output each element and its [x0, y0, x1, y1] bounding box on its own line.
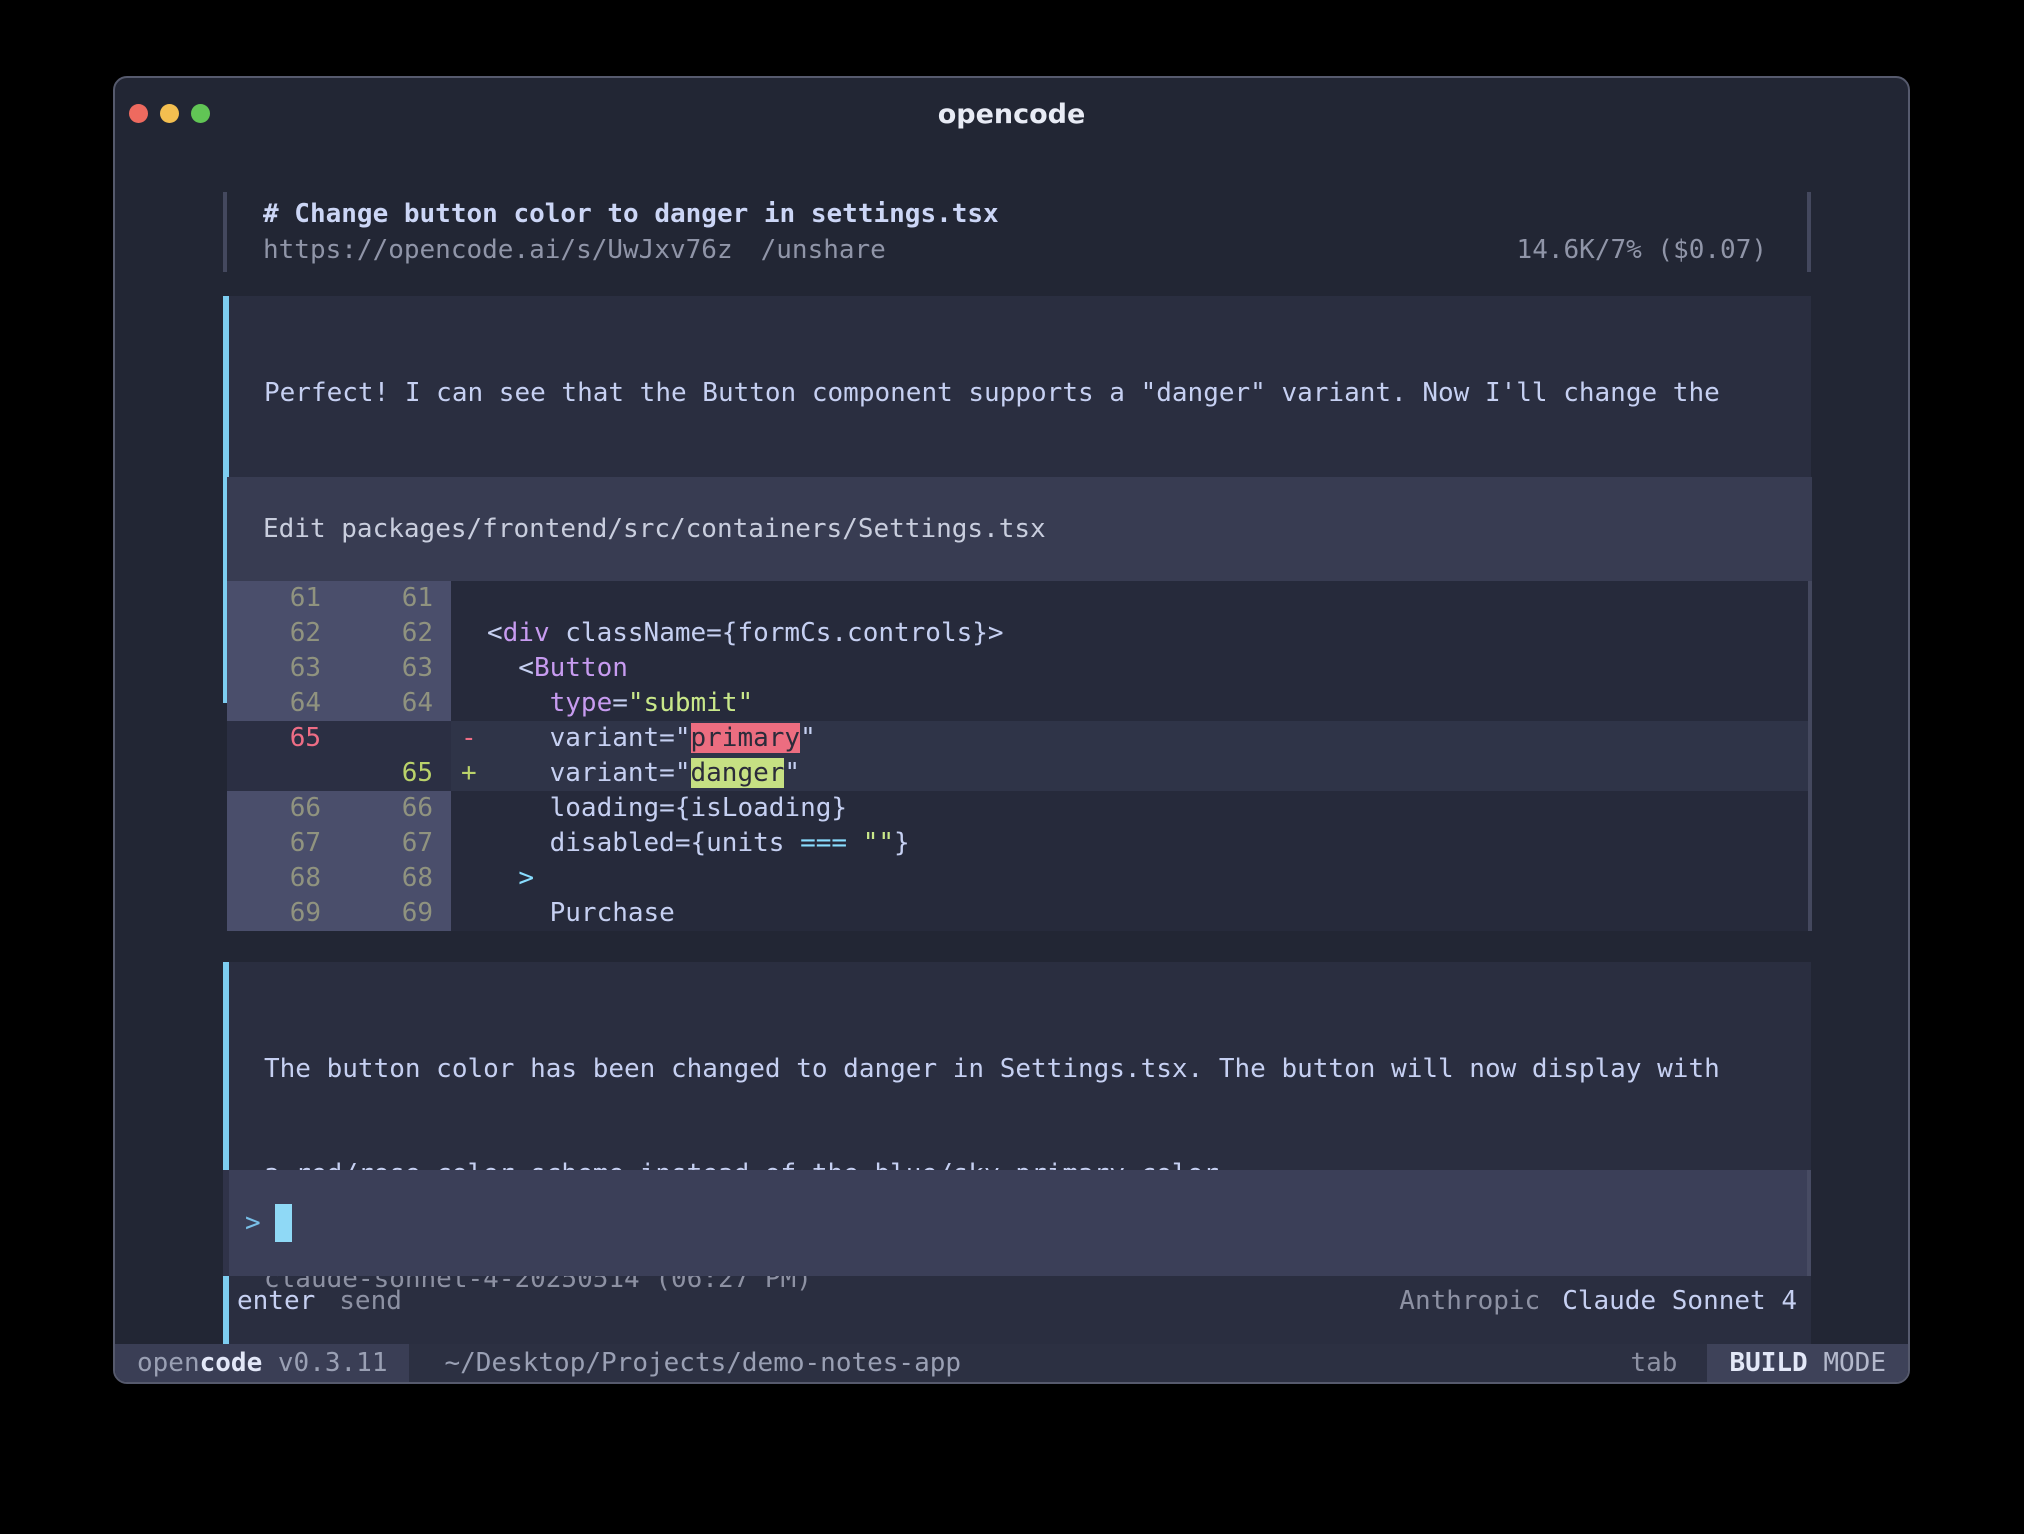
diff-old-lineno: 64	[227, 686, 339, 721]
diff-row: 6464 type="submit"	[227, 686, 1808, 721]
model-name: Claude Sonnet 4	[1562, 1286, 1797, 1316]
diff-marker	[451, 896, 487, 931]
diff-new-lineno: 66	[339, 791, 451, 826]
working-directory: ~/Desktop/Projects/demo-notes-app	[444, 1344, 1630, 1382]
mode-name: BUILD	[1729, 1348, 1807, 1378]
app-version-chip: opencode v0.3.11	[115, 1344, 409, 1382]
close-window-button[interactable]	[129, 104, 148, 123]
app-version: v0.3.11	[278, 1348, 388, 1378]
diff-marker	[451, 616, 487, 651]
share-url-line: https://opencode.ai/s/UwJxv76z/unshare	[263, 232, 886, 268]
diff-old-lineno	[227, 756, 339, 791]
diff-new-lineno: 65	[339, 756, 451, 791]
context-usage: 14.6K/7% ($0.07)	[1517, 232, 1767, 268]
mode-label: MODE	[1808, 1348, 1886, 1378]
diff-code-line: <Button	[487, 651, 1808, 686]
diff-code-line: Purchase	[487, 896, 1808, 931]
diff-new-lineno: 63	[339, 651, 451, 686]
diff-new-lineno	[339, 721, 451, 756]
prompt-input[interactable]: >	[223, 1170, 1811, 1276]
tool-file-path: packages/frontend/src/containers/Setting…	[341, 514, 1045, 544]
hint-bar: enter send Anthropic Claude Sonnet 4	[223, 1284, 1811, 1318]
diff-row: 6969 Purchase	[227, 896, 1808, 931]
diff-code-line: loading={isLoading}	[487, 791, 1808, 826]
diff-marker	[451, 861, 487, 896]
diff-row: 65 - variant="primary"	[227, 721, 1808, 756]
zoom-window-button[interactable]	[191, 104, 210, 123]
diff-code-line: <div className={formCs.controls}>	[487, 616, 1808, 651]
diff-row: 65+ variant="danger"	[227, 756, 1808, 791]
diff-view: 61616262 <div className={formCs.controls}…	[227, 581, 1812, 931]
status-bar: opencode v0.3.11 ~/Desktop/Projects/demo…	[115, 1344, 1908, 1382]
enter-key-hint: enter	[237, 1286, 315, 1316]
diff-code-line: >	[487, 861, 1808, 896]
diff-new-lineno: 68	[339, 861, 451, 896]
diff-code-line: variant="primary"	[487, 721, 1808, 756]
model-provider: Anthropic	[1399, 1286, 1540, 1316]
traffic-lights	[129, 104, 210, 123]
diff-row: 6666 loading={isLoading}	[227, 791, 1808, 826]
minimize-window-button[interactable]	[160, 104, 179, 123]
session-header: # Change button color to danger in setti…	[223, 192, 1811, 272]
diff-old-lineno: 63	[227, 651, 339, 686]
diff-new-lineno: 67	[339, 826, 451, 861]
diff-old-lineno: 61	[227, 581, 339, 616]
diff-old-lineno: 68	[227, 861, 339, 896]
unshare-command[interactable]: /unshare	[761, 235, 886, 265]
diff-row: 6868 >	[227, 861, 1808, 896]
message-text-line: The button color has been changed to dan…	[264, 1052, 1767, 1087]
app-name-code: code	[200, 1348, 263, 1378]
edit-tool-header: Edit packages/frontend/src/containers/Se…	[227, 477, 1812, 581]
diff-new-lineno: 61	[339, 581, 451, 616]
window-title: opencode	[938, 99, 1086, 130]
diff-new-lineno: 69	[339, 896, 451, 931]
diff-code-line: variant="danger"	[487, 756, 1808, 791]
session-title: # Change button color to danger in setti…	[263, 196, 1767, 232]
diff-marker: -	[451, 721, 487, 756]
send-hint: enter send	[237, 1284, 402, 1318]
diff-old-lineno: 62	[227, 616, 339, 651]
tab-key-hint[interactable]: tab	[1630, 1344, 1677, 1382]
message-text-line: Perfect! I can see that the Button compo…	[264, 376, 1767, 411]
tool-action-label: Edit	[263, 514, 326, 544]
diff-marker	[451, 686, 487, 721]
diff-row: 6262 <div className={formCs.controls}>	[227, 616, 1808, 651]
diff-code-line	[487, 581, 1808, 616]
prompt-symbol: >	[245, 1208, 261, 1238]
opencode-terminal-window: opencode # Change button color to danger…	[113, 76, 1910, 1384]
diff-code-line: disabled={units === ""}	[487, 826, 1808, 861]
diff-marker: +	[451, 756, 487, 791]
model-indicator: Anthropic Claude Sonnet 4	[1399, 1284, 1797, 1318]
diff-old-lineno: 67	[227, 826, 339, 861]
diff-marker	[451, 651, 487, 686]
mode-chip: BUILD MODE	[1707, 1344, 1908, 1382]
diff-row: 6363 <Button	[227, 651, 1808, 686]
diff-old-lineno: 69	[227, 896, 339, 931]
app-name-open: open	[137, 1348, 200, 1378]
diff-marker	[451, 791, 487, 826]
diff-marker	[451, 581, 487, 616]
edit-tool-card: Edit packages/frontend/src/containers/Se…	[227, 477, 1812, 931]
diff-row: 6767 disabled={units === ""}	[227, 826, 1808, 861]
text-cursor	[275, 1204, 292, 1242]
share-url[interactable]: https://opencode.ai/s/UwJxv76z	[263, 235, 733, 265]
diff-marker	[451, 826, 487, 861]
diff-old-lineno: 66	[227, 791, 339, 826]
send-action-label: send	[339, 1286, 402, 1316]
diff-row: 6161	[227, 581, 1808, 616]
diff-old-lineno: 65	[227, 721, 339, 756]
diff-new-lineno: 62	[339, 616, 451, 651]
titlebar: opencode	[115, 78, 1908, 142]
diff-new-lineno: 64	[339, 686, 451, 721]
diff-code-line: type="submit"	[487, 686, 1808, 721]
